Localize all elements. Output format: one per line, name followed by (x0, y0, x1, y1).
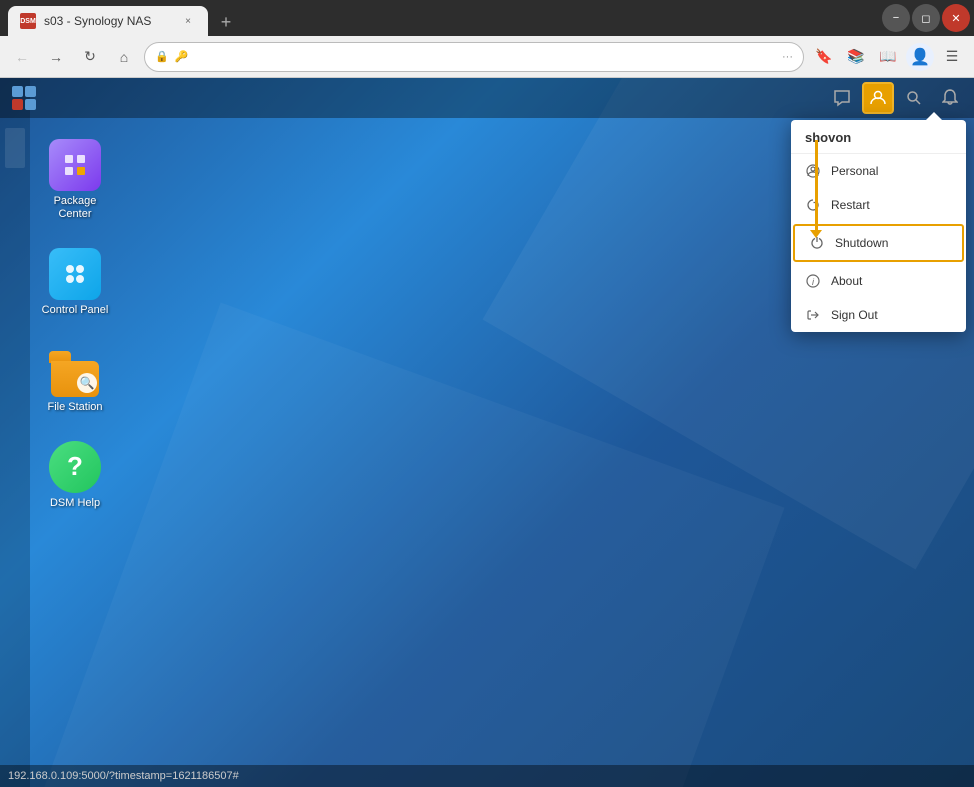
signout-label: Sign Out (831, 308, 878, 322)
about-label: About (831, 274, 862, 288)
dropdown-about[interactable]: i About (791, 264, 966, 298)
logo-dot-3 (12, 99, 23, 110)
orange-indicator (805, 140, 822, 238)
window-close-button[interactable]: ✕ (942, 4, 970, 32)
file-station-icon[interactable]: 🔍 File Station (35, 339, 115, 420)
file-station-label: File Station (47, 401, 102, 414)
active-tab[interactable]: DSM s03 - Synology NAS × (8, 6, 208, 36)
dsm-help-label: DSM Help (50, 497, 100, 510)
logo-dot-1 (12, 86, 23, 97)
dsm-help-icon[interactable]: ? DSM Help (35, 435, 115, 516)
dsm-logo[interactable] (8, 82, 40, 114)
restart-label: Restart (831, 198, 870, 212)
forward-button[interactable]: → (42, 43, 70, 71)
svg-text:i: i (812, 277, 815, 287)
user-menu-button[interactable] (862, 82, 894, 114)
dsm-topbar (0, 78, 974, 118)
account-icon[interactable]: 👤 (906, 43, 934, 71)
notifications-button[interactable] (934, 82, 966, 114)
search-button[interactable] (898, 82, 930, 114)
dropdown-signout[interactable]: Sign Out (791, 298, 966, 332)
more-options-icon: ··· (782, 51, 793, 63)
left-strip (0, 78, 30, 787)
logo-dot-2 (25, 86, 36, 97)
bookmarks-icon[interactable]: 🔖 (810, 43, 838, 71)
package-center-icon[interactable]: Package Center (35, 133, 115, 227)
home-button[interactable]: ⌂ (110, 43, 138, 71)
hamburger-menu-icon[interactable]: ☰ (938, 43, 966, 71)
about-icon: i (805, 273, 821, 289)
reading-list-icon[interactable]: 📚 (842, 43, 870, 71)
signout-icon (805, 307, 821, 323)
security-icon: 🔒 (155, 50, 169, 63)
folder-search-icon: 🔍 (77, 373, 97, 393)
help-icon-circle: ? (49, 441, 101, 493)
lock-icon: 🔑 (175, 50, 189, 63)
control-panel-label: Control Panel (42, 304, 109, 317)
chat-button[interactable] (826, 82, 858, 114)
status-text: 192.168.0.109:5000/?timestamp=1621186507… (8, 770, 239, 782)
dropdown-arrow (926, 112, 942, 120)
status-bar: 192.168.0.109:5000/?timestamp=1621186507… (0, 765, 974, 787)
address-bar[interactable]: 🔒 🔑 ··· (144, 42, 804, 72)
tab-close-button[interactable]: × (180, 13, 196, 29)
pocket-icon[interactable]: 📖 (874, 43, 902, 71)
new-tab-button[interactable]: + (212, 8, 240, 36)
package-center-label: Package Center (54, 195, 97, 221)
tab-favicon: DSM (20, 13, 36, 29)
back-button[interactable]: ← (8, 43, 36, 71)
window-maximize-button[interactable]: ◻ (912, 4, 940, 32)
reload-button[interactable]: ↻ (76, 43, 104, 71)
tab-title: s03 - Synology NAS (44, 14, 172, 28)
desktop-icons: Package Center Control Panel (35, 133, 115, 516)
personal-label: Personal (831, 164, 878, 178)
left-strip-item (5, 128, 25, 168)
shutdown-label: Shutdown (835, 236, 888, 250)
control-panel-icon[interactable]: Control Panel (35, 242, 115, 323)
window-minimize-button[interactable]: − (882, 4, 910, 32)
logo-dot-4 (25, 99, 36, 110)
